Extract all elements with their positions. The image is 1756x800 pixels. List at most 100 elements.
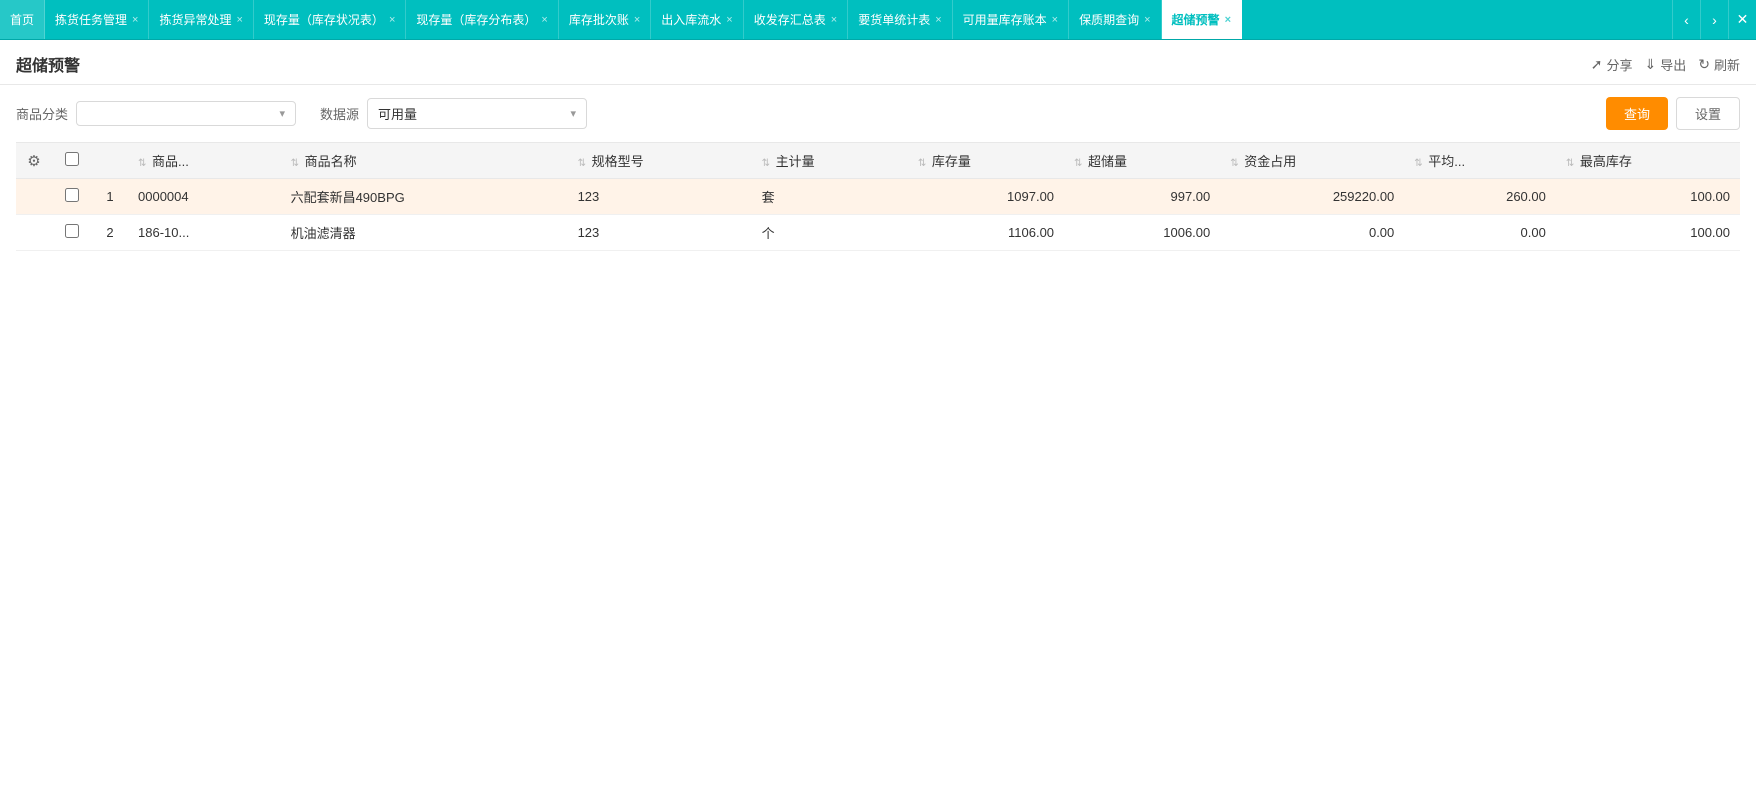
nav-tab-inout-flow[interactable]: 出入库流水 × <box>651 0 743 39</box>
td-spec-2: 123 <box>568 215 752 251</box>
close-tab-inout-flow[interactable]: × <box>726 14 732 26</box>
category-select[interactable]: ▾ <box>76 101 296 126</box>
page-actions: ➚ 分享 ⇓ 导出 ↻ 刷新 <box>1591 55 1740 74</box>
close-tab-overstock[interactable]: × <box>1225 14 1231 26</box>
filter-category: 商品分类 ▾ <box>16 101 296 126</box>
query-button[interactable]: 查询 <box>1606 97 1668 130</box>
table-container: ⚙ ⇅ 商品... ⇅ 商品名称 ⇅ <box>0 142 1756 251</box>
sort-avg-icon: ⇅ <box>1414 158 1422 169</box>
export-icon: ⇓ <box>1645 56 1657 73</box>
sort-stock-icon: ⇅ <box>918 158 926 169</box>
td-checkbox-1 <box>52 179 92 215</box>
sort-overstock-icon: ⇅ <box>1074 158 1082 169</box>
nav-tab-order-stat[interactable]: 要货单统计表 × <box>848 0 952 39</box>
row-2-checkbox[interactable] <box>65 224 79 238</box>
th-index <box>92 143 128 179</box>
table-row: 1 0000004 六配套新昌490BPG 123 套 10 <box>16 179 1740 215</box>
share-action[interactable]: ➚ 分享 <box>1591 55 1633 74</box>
category-label: 商品分类 <box>16 104 68 123</box>
nav-tab-overstock[interactable]: 超储预警 × <box>1162 0 1242 39</box>
td-unit-1: 套 <box>752 179 908 215</box>
filter-bar: 商品分类 ▾ 数据源 可用量 ▾ 查询 设置 <box>0 85 1756 142</box>
sort-max-stock-icon: ⇅ <box>1566 158 1574 169</box>
datasource-value: 可用量 <box>378 104 417 123</box>
td-max-stock-1: 100.00 <box>1556 179 1740 215</box>
th-product-code[interactable]: ⇅ 商品... <box>128 143 281 179</box>
refresh-action[interactable]: ↻ 刷新 <box>1698 55 1740 74</box>
close-tab-abnormal[interactable]: × <box>236 14 242 26</box>
th-unit[interactable]: ⇅ 主计量 <box>752 143 908 179</box>
close-tab-order-stat[interactable]: × <box>935 14 941 26</box>
sort-capital-icon: ⇅ <box>1230 158 1238 169</box>
td-max-stock-2: 100.00 <box>1556 215 1740 251</box>
category-chevron-icon: ▾ <box>279 107 285 120</box>
th-stock[interactable]: ⇅ 库存量 <box>908 143 1064 179</box>
td-avg-2: 0.00 <box>1404 215 1556 251</box>
nav-tab-abnormal[interactable]: 拣货异常处理 × <box>149 0 253 39</box>
td-stock-2: 1106.00 <box>908 215 1064 251</box>
select-all-checkbox[interactable] <box>65 152 79 166</box>
th-avg[interactable]: ⇅ 平均... <box>1404 143 1556 179</box>
filter-actions: 查询 设置 <box>1606 97 1740 130</box>
page-title: 超储预警 <box>16 52 80 76</box>
td-capital-1: 259220.00 <box>1220 179 1404 215</box>
datasource-select[interactable]: 可用量 ▾ <box>367 98 587 129</box>
sort-product-name-icon: ⇅ <box>291 158 299 169</box>
close-tab-recv-send[interactable]: × <box>831 14 837 26</box>
close-tab-task-mgmt[interactable]: × <box>132 14 138 26</box>
settings-button[interactable]: 设置 <box>1676 97 1740 130</box>
td-product-code-2: 186-10... <box>128 215 281 251</box>
th-max-stock[interactable]: ⇅ 最高库存 <box>1556 143 1740 179</box>
close-tab-batch[interactable]: × <box>634 14 640 26</box>
th-product-name[interactable]: ⇅ 商品名称 <box>281 143 568 179</box>
td-settings-2 <box>16 215 52 251</box>
td-index-1: 1 <box>92 179 128 215</box>
table-header-row: ⚙ ⇅ 商品... ⇅ 商品名称 ⇅ <box>16 143 1740 179</box>
td-product-name-2: 机油滤清器 <box>281 215 568 251</box>
close-tab-avail-stock[interactable]: × <box>1052 14 1058 26</box>
export-action[interactable]: ⇓ 导出 <box>1645 55 1687 74</box>
nav-tab-recv-send[interactable]: 收发存汇总表 × <box>744 0 848 39</box>
nav-right-arrow[interactable]: › <box>1700 0 1728 39</box>
row-1-checkbox[interactable] <box>65 188 79 202</box>
nav-tab-batch[interactable]: 库存批次账 × <box>559 0 651 39</box>
th-capital[interactable]: ⇅ 资金占用 <box>1220 143 1404 179</box>
column-settings-icon[interactable]: ⚙ <box>27 153 40 170</box>
td-checkbox-2 <box>52 215 92 251</box>
nav-tab-stock-status[interactable]: 现存量（库存状况表） × <box>254 0 406 39</box>
page-content: 超储预警 ➚ 分享 ⇓ 导出 ↻ 刷新 商品分类 ▾ 数据源 <box>0 40 1756 800</box>
sort-product-code-icon: ⇅ <box>138 158 146 169</box>
refresh-label: 刷新 <box>1714 55 1740 74</box>
datasource-label: 数据源 <box>320 104 359 123</box>
th-settings: ⚙ <box>16 143 52 179</box>
nav-tab-stock-dist[interactable]: 现存量（库存分布表） × <box>406 0 558 39</box>
nav-tab-task-mgmt[interactable]: 拣货任务管理 × <box>45 0 149 39</box>
td-spec-1: 123 <box>568 179 752 215</box>
table-row: 2 186-10... 机油滤清器 123 个 1106.0 <box>16 215 1740 251</box>
refresh-icon: ↻ <box>1698 56 1710 73</box>
close-tab-stock-dist[interactable]: × <box>541 14 547 26</box>
td-settings-1 <box>16 179 52 215</box>
nav-tab-avail-stock[interactable]: 可用量库存账本 × <box>953 0 1069 39</box>
td-index-2: 2 <box>92 215 128 251</box>
th-spec[interactable]: ⇅ 规格型号 <box>568 143 752 179</box>
th-overstock[interactable]: ⇅ 超储量 <box>1064 143 1220 179</box>
nav-tab-expiry[interactable]: 保质期查询 × <box>1069 0 1161 39</box>
sort-spec-icon: ⇅ <box>578 158 586 169</box>
td-product-code-1: 0000004 <box>128 179 281 215</box>
td-overstock-1: 997.00 <box>1064 179 1220 215</box>
filter-datasource: 数据源 可用量 ▾ <box>320 98 587 129</box>
close-tab-expiry[interactable]: × <box>1144 14 1150 26</box>
share-icon: ➚ <box>1591 56 1603 73</box>
nav-left-arrow[interactable]: ‹ <box>1672 0 1700 39</box>
td-capital-2: 0.00 <box>1220 215 1404 251</box>
datasource-chevron-icon: ▾ <box>571 107 577 120</box>
nav-tab-home[interactable]: 首页 <box>0 0 45 39</box>
sort-unit-icon: ⇅ <box>762 158 770 169</box>
td-unit-2: 个 <box>752 215 908 251</box>
top-nav: 首页 拣货任务管理 × 拣货异常处理 × 现存量（库存状况表） × 现存量（库存… <box>0 0 1756 40</box>
nav-close-arrow[interactable]: ✕ <box>1728 0 1756 39</box>
td-product-name-1: 六配套新昌490BPG <box>281 179 568 215</box>
close-tab-stock-status[interactable]: × <box>389 14 395 26</box>
th-checkbox <box>52 143 92 179</box>
